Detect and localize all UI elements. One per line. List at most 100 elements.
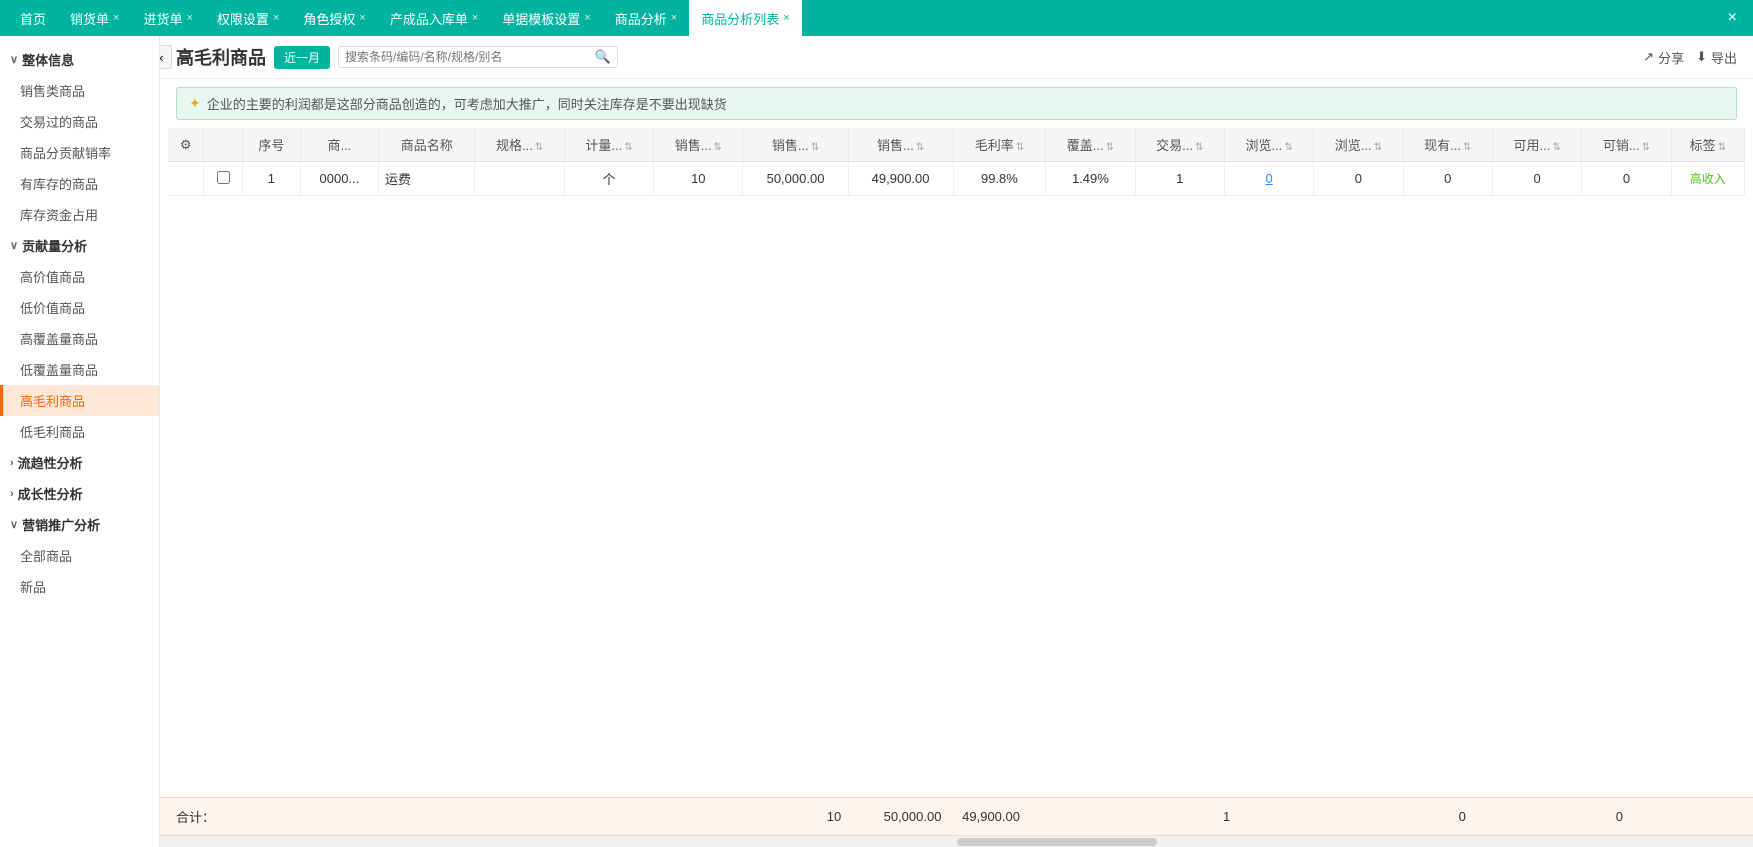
footer-cell-gross_margin (1030, 809, 1109, 824)
col-header-code[interactable]: 商... (300, 128, 378, 162)
sidebar-group-4[interactable]: ∨ 营销推广分析 (0, 509, 159, 540)
group-arrow-1: ∨ (10, 239, 18, 252)
footer-cell-transaction: 1 (1187, 809, 1266, 824)
sidebar-group-3[interactable]: ›成长性分析 (0, 478, 159, 509)
nav-close-2[interactable]: × (186, 12, 192, 24)
content-area: « 高毛利商品 近一月 🔍 ↗ 分享 ⬇ 导出 ✦ 企业的主要的利润都是这部 (160, 36, 1753, 847)
footer-cell-sales_qty: 10 (795, 809, 874, 824)
close-window-button[interactable]: × (1720, 9, 1745, 27)
sidebar-group-label-0: 整体信息 (22, 50, 74, 69)
sidebar-group-label-1: 贡献量分析 (22, 236, 87, 255)
nav-close-7[interactable]: × (671, 12, 677, 24)
scrollbar-thumb[interactable] (957, 838, 1157, 846)
cell-current_stock-0: 0 (1403, 162, 1492, 196)
cell-settings-0[interactable] (168, 162, 204, 196)
search-icon[interactable]: 🔍 (595, 49, 611, 65)
sort-icon-current_stock: ⇅ (1463, 142, 1471, 153)
horizontal-scrollbar[interactable] (160, 835, 1753, 847)
col-header-sales_profit[interactable]: 销售...⇅ (848, 128, 953, 162)
settings-icon[interactable]: ⚙ (180, 137, 192, 152)
sidebar-item-1-3[interactable]: 低覆盖量商品 (0, 354, 159, 385)
sidebar-item-0-2[interactable]: 商品分贡献销率 (0, 137, 159, 168)
sidebar-item-0-1[interactable]: 交易过的商品 (0, 106, 159, 137)
col-header-sales_amount[interactable]: 销售...⇅ (743, 128, 848, 162)
col-header-checkbox[interactable] (204, 128, 243, 162)
col-header-unit[interactable]: 计量...⇅ (564, 128, 653, 162)
sidebar-item-1-0[interactable]: 高价值商品 (0, 261, 159, 292)
sidebar-group-label-4: 营销推广分析 (22, 515, 100, 534)
col-header-coverage[interactable]: 覆盖...⇅ (1046, 128, 1135, 162)
sidebar-collapse-button[interactable]: « (160, 45, 172, 69)
nav-close-8[interactable]: × (783, 12, 789, 24)
sidebar-item-1-1[interactable]: 低价值商品 (0, 292, 159, 323)
sidebar-item-4-1[interactable]: 新品 (0, 571, 159, 602)
sort-icon-view2: ⇅ (1374, 142, 1382, 153)
col-header-available_stock[interactable]: 可用...⇅ (1492, 128, 1581, 162)
sidebar-item-1-5[interactable]: 低毛利商品 (0, 416, 159, 447)
col-header-current_stock[interactable]: 现有...⇅ (1403, 128, 1492, 162)
col-header-view1[interactable]: 浏览...⇅ (1224, 128, 1313, 162)
tag-badge: 高收入 (1690, 172, 1726, 186)
col-header-view2[interactable]: 浏览...⇅ (1314, 128, 1403, 162)
view1-link[interactable]: 0 (1265, 171, 1272, 186)
nav-close-3[interactable]: × (273, 12, 279, 24)
cell-checkbox-0[interactable] (204, 162, 243, 196)
row-checkbox-0[interactable] (217, 171, 230, 184)
sidebar-group-2[interactable]: ›流趋性分析 (0, 447, 159, 478)
nav-close-4[interactable]: × (359, 12, 365, 24)
nav-item-3[interactable]: 权限设置 × (205, 0, 291, 36)
footer-cell-tag (1659, 809, 1738, 824)
cell-view1-0[interactable]: 0 (1224, 162, 1313, 196)
col-header-index[interactable]: 序号 (242, 128, 300, 162)
sort-icon-tag: ⇅ (1718, 142, 1726, 153)
cell-sales_profit-0: 49,900.00 (848, 162, 953, 196)
export-button[interactable]: ⬇ 导出 (1696, 48, 1737, 67)
nav-item-0[interactable]: 首页 (8, 0, 58, 36)
nav-close-1[interactable]: × (113, 12, 119, 24)
col-header-settings[interactable]: ⚙ (168, 128, 204, 162)
sidebar-item-1-4[interactable]: 高毛利商品 (0, 385, 159, 416)
sidebar-group-1[interactable]: ∨ 贡献量分析 (0, 230, 159, 261)
footer-cell-view1 (1266, 809, 1345, 824)
period-button[interactable]: 近一月 (274, 46, 330, 69)
sidebar-item-4-0[interactable]: 全部商品 (0, 540, 159, 571)
sidebar-item-0-3[interactable]: 有库存的商品 (0, 168, 159, 199)
nav-item-8[interactable]: 商品分析列表 × (689, 0, 801, 36)
table-row: 10000...运费个1050,000.0049,900.0099.8%1.49… (168, 162, 1745, 196)
search-box: 🔍 (338, 46, 618, 68)
export-icon: ⬇ (1696, 49, 1707, 65)
sidebar-item-0-4[interactable]: 库存资金占用 (0, 199, 159, 230)
nav-item-6[interactable]: 单据模板设置 × (490, 0, 602, 36)
col-header-tag[interactable]: 标签⇅ (1671, 128, 1744, 162)
sort-icon-sales_profit: ⇅ (916, 142, 924, 153)
col-header-name[interactable]: 商品名称 (379, 128, 475, 162)
nav-item-5[interactable]: 产成品入库单 × (378, 0, 490, 36)
search-input[interactable] (345, 50, 595, 64)
page-title: 高毛利商品 (176, 44, 266, 70)
sidebar-item-0-0[interactable]: 销售类商品 (0, 75, 159, 106)
sidebar-group-0[interactable]: ∨整体信息 (0, 44, 159, 75)
col-header-transaction[interactable]: 交易...⇅ (1135, 128, 1224, 162)
cell-tag-0: 高收入 (1671, 162, 1744, 196)
sidebar-item-1-2[interactable]: 高覆盖量商品 (0, 323, 159, 354)
footer-cell-sales_profit: 49,900.00 (952, 809, 1031, 824)
col-header-spec[interactable]: 规格...⇅ (475, 128, 564, 162)
sort-icon-gross_margin: ⇅ (1016, 142, 1024, 153)
nav-item-2[interactable]: 进货单 × (131, 0, 204, 36)
nav-item-4[interactable]: 角色授权 × (291, 0, 377, 36)
sidebar-group-label-2: 流趋性分析 (18, 453, 83, 472)
share-button[interactable]: ↗ 分享 (1643, 48, 1684, 67)
col-header-sales_qty[interactable]: 销售...⇅ (654, 128, 743, 162)
col-header-gross_margin[interactable]: 毛利率⇅ (953, 128, 1046, 162)
group-arrow-4: ∨ (10, 518, 18, 531)
nav-item-7[interactable]: 商品分析 × (603, 0, 689, 36)
nav-item-1[interactable]: 销货单 × (58, 0, 131, 36)
sort-icon-spec: ⇅ (535, 142, 543, 153)
table-wrapper: ⚙序号商...商品名称规格...⇅计量...⇅销售...⇅销售...⇅销售...… (160, 128, 1753, 797)
footer-cell-coverage (1109, 809, 1188, 824)
col-header-sellable_stock[interactable]: 可销...⇅ (1582, 128, 1671, 162)
cell-name-0: 运费 (379, 162, 475, 196)
nav-close-6[interactable]: × (584, 12, 590, 24)
footer-cell-index (402, 809, 481, 824)
nav-close-5[interactable]: × (472, 12, 478, 24)
